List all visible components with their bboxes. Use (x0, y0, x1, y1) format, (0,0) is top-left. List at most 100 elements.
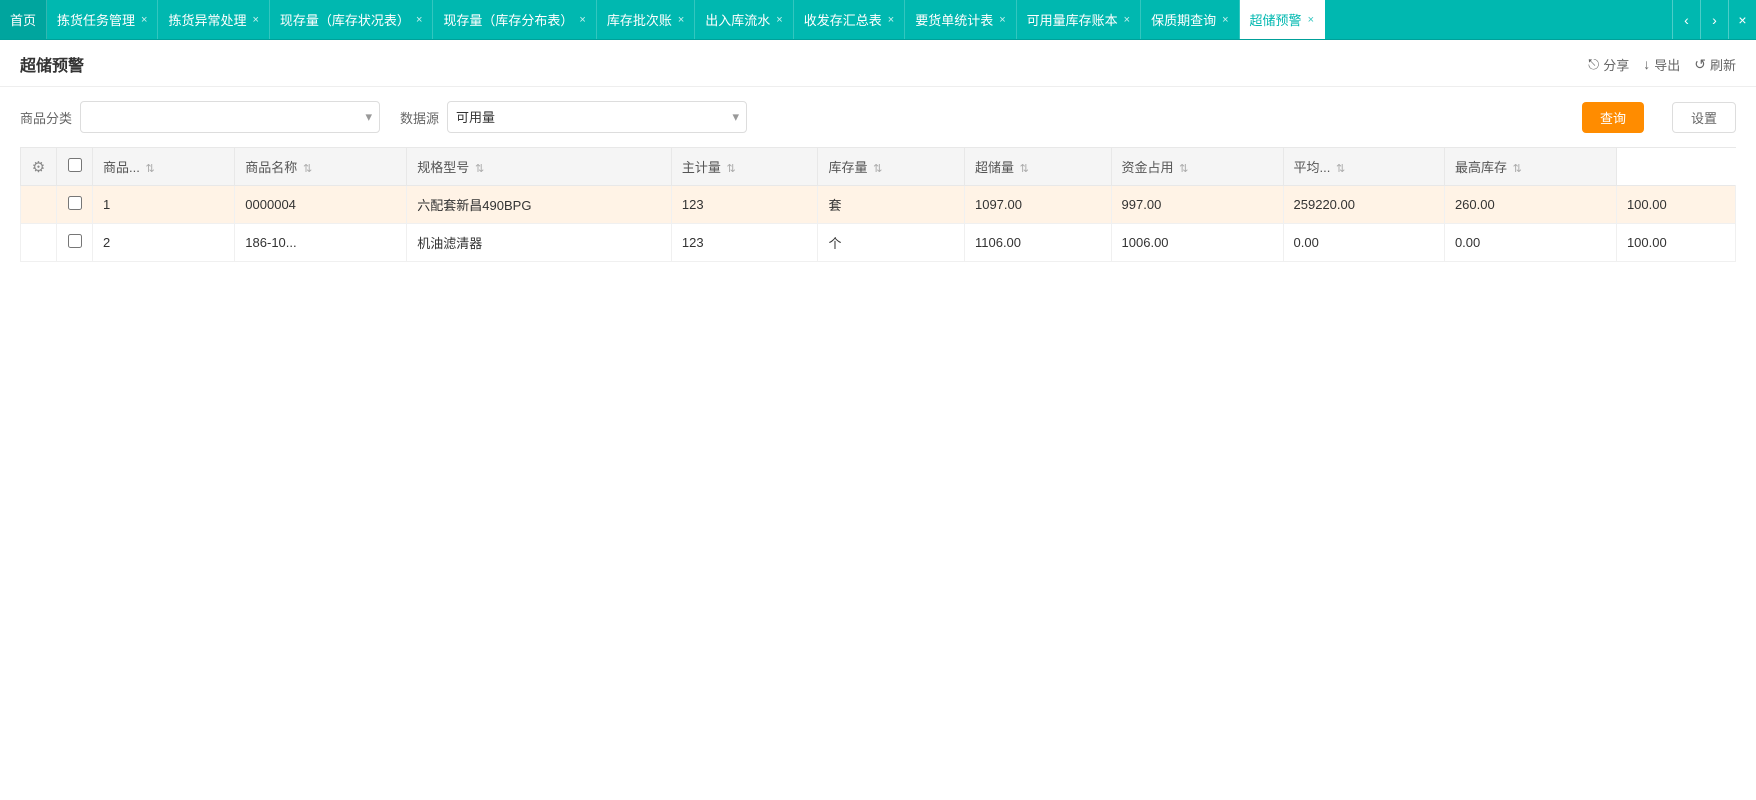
row-index-1: 2 (93, 224, 235, 262)
tab-close-icon-2[interactable]: × (252, 14, 258, 26)
nav-tab-0[interactable]: 首页 (0, 0, 47, 40)
tab-close-icon-4[interactable]: × (579, 14, 585, 26)
row-product-name-0: 六配套新昌490BPG (407, 186, 672, 224)
tab-close-icon-5[interactable]: × (678, 14, 684, 26)
row-avg-0: 260.00 (1444, 186, 1616, 224)
tab-close-icon-8[interactable]: × (999, 14, 1005, 26)
row-spec-1: 123 (671, 224, 818, 262)
select-all-checkbox[interactable] (68, 158, 82, 172)
sort-icon-product-code: ⇅ (145, 163, 154, 175)
nav-arrows: ‹ › × (1672, 0, 1756, 40)
th-spec[interactable]: 规格型号 ⇅ (407, 148, 672, 186)
share-button[interactable]: ⎋ 分享 (1588, 55, 1629, 74)
row-avg-1: 0.00 (1444, 224, 1616, 262)
query-button[interactable]: 查询 (1582, 102, 1644, 133)
th-gear: ⚙ (21, 148, 57, 186)
datasource-select[interactable]: 可用量 库存量 (447, 101, 747, 133)
th-max-stock[interactable]: 最高库存 ⇅ (1444, 148, 1616, 186)
row-index-0: 1 (93, 186, 235, 224)
th-product-name[interactable]: 商品名称 ⇅ (235, 148, 407, 186)
th-avg[interactable]: 平均... ⇅ (1283, 148, 1444, 186)
table-row: 10000004六配套新昌490BPG123套1097.00997.002592… (21, 186, 1736, 224)
tab-close-icon-7[interactable]: × (888, 14, 894, 26)
nav-tab-11[interactable]: 超储预警× (1240, 0, 1325, 40)
category-filter: 商品分类 (20, 101, 380, 133)
refresh-icon: ↺ (1694, 56, 1706, 73)
row-checkbox-cell-0 (57, 186, 93, 224)
sort-icon-max-stock: ⇅ (1513, 163, 1522, 175)
nav-tab-8[interactable]: 要货单统计表× (905, 0, 1016, 40)
sort-icon-capital: ⇅ (1179, 163, 1188, 175)
row-over-stock-1: 1006.00 (1111, 224, 1283, 262)
row-checkbox-0[interactable] (68, 196, 82, 210)
row-unit-1: 个 (818, 224, 965, 262)
page-content: 超储预警 ⎋ 分享 ↓ 导出 ↺ 刷新 商品分类 (0, 40, 1756, 800)
nav-tab-10[interactable]: 保质期查询× (1141, 0, 1239, 40)
row-product-code-1: 186-10... (235, 224, 407, 262)
filter-bar: 商品分类 数据源 可用量 库存量 查询 设置 (0, 87, 1756, 147)
nav-tab-1[interactable]: 拣货任务管理× (47, 0, 158, 40)
th-checkbox (57, 148, 93, 186)
sort-icon-unit: ⇅ (727, 163, 736, 175)
nav-tab-4[interactable]: 现存量（库存分布表）× (433, 0, 596, 40)
sort-icon-spec: ⇅ (475, 163, 484, 175)
th-capital[interactable]: 资金占用 ⇅ (1111, 148, 1283, 186)
category-select-wrapper (80, 101, 380, 133)
tab-close-icon-9[interactable]: × (1124, 14, 1130, 26)
row-unit-0: 套 (818, 186, 965, 224)
settings-button[interactable]: 设置 (1672, 102, 1736, 133)
sort-icon-avg: ⇅ (1336, 163, 1345, 175)
th-product-code[interactable]: 商品... ⇅ (93, 148, 235, 186)
nav-tab-7[interactable]: 收发存汇总表× (794, 0, 905, 40)
table-header-row: ⚙ 商品... ⇅ 商品名称 ⇅ 规格型号 ⇅ (21, 148, 1736, 186)
row-checkbox-1[interactable] (68, 234, 82, 248)
header-actions: ⎋ 分享 ↓ 导出 ↺ 刷新 (1588, 55, 1736, 74)
row-checkbox-cell-1 (57, 224, 93, 262)
row-stock-1: 1106.00 (964, 224, 1111, 262)
nav-tab-6[interactable]: 出入库流水× (695, 0, 793, 40)
page-title: 超储预警 (20, 52, 84, 76)
page-header: 超储预警 ⎋ 分享 ↓ 导出 ↺ 刷新 (0, 40, 1756, 87)
tab-close-icon-11[interactable]: × (1308, 14, 1314, 26)
row-capital-0: 259220.00 (1283, 186, 1444, 224)
top-nav: 首页拣货任务管理×拣货异常处理×现存量（库存状况表）×现存量（库存分布表）×库存… (0, 0, 1756, 40)
th-unit[interactable]: 主计量 ⇅ (671, 148, 818, 186)
th-over-stock[interactable]: 超储量 ⇅ (964, 148, 1111, 186)
nav-tab-5[interactable]: 库存批次账× (597, 0, 695, 40)
row-product-name-1: 机油滤清器 (407, 224, 672, 262)
row-spec-0: 123 (671, 186, 818, 224)
share-icon: ⎋ (1588, 56, 1599, 73)
category-label: 商品分类 (20, 108, 72, 127)
tab-close-icon-3[interactable]: × (416, 14, 422, 26)
row-capital-1: 0.00 (1283, 224, 1444, 262)
tab-close-icon-10[interactable]: × (1222, 14, 1228, 26)
datasource-select-wrapper: 可用量 库存量 (447, 101, 747, 133)
sort-icon-product-name: ⇅ (303, 163, 312, 175)
nav-next-button[interactable]: › (1700, 0, 1728, 40)
row-max-stock-1: 100.00 (1616, 224, 1735, 262)
datasource-label: 数据源 (400, 108, 439, 127)
category-select[interactable] (80, 101, 380, 133)
data-table: ⚙ 商品... ⇅ 商品名称 ⇅ 规格型号 ⇅ (20, 147, 1736, 262)
row-over-stock-0: 997.00 (1111, 186, 1283, 224)
table-row: 2186-10...机油滤清器123个1106.001006.000.000.0… (21, 224, 1736, 262)
sort-icon-stock: ⇅ (873, 163, 882, 175)
datasource-filter: 数据源 可用量 库存量 (400, 101, 747, 133)
th-stock[interactable]: 库存量 ⇅ (818, 148, 965, 186)
tab-close-icon-1[interactable]: × (141, 14, 147, 26)
row-gear-cell-1 (21, 224, 57, 262)
table-container: ⚙ 商品... ⇅ 商品名称 ⇅ 规格型号 ⇅ (0, 147, 1756, 262)
row-gear-cell-0 (21, 186, 57, 224)
nav-prev-button[interactable]: ‹ (1672, 0, 1700, 40)
nav-tab-2[interactable]: 拣货异常处理× (158, 0, 269, 40)
row-max-stock-0: 100.00 (1616, 186, 1735, 224)
refresh-button[interactable]: ↺ 刷新 (1694, 55, 1736, 74)
sort-icon-over-stock: ⇅ (1020, 163, 1029, 175)
export-icon: ↓ (1643, 56, 1650, 72)
nav-tab-3[interactable]: 现存量（库存状况表）× (270, 0, 433, 40)
tab-close-icon-6[interactable]: × (776, 14, 782, 26)
export-button[interactable]: ↓ 导出 (1643, 55, 1680, 74)
nav-tab-9[interactable]: 可用量库存账本× (1017, 0, 1141, 40)
gear-settings-icon[interactable]: ⚙ (32, 159, 45, 176)
nav-close-button[interactable]: × (1728, 0, 1756, 40)
